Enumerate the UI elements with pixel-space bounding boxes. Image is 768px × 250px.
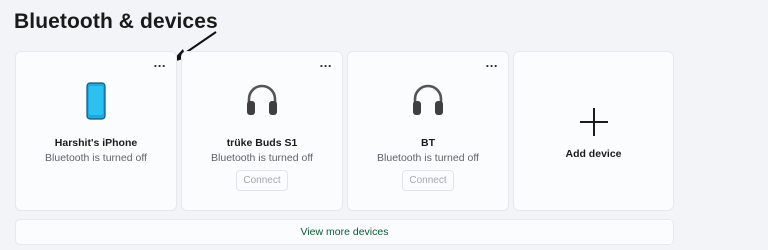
device-card-iphone[interactable]: ... Harshit's iPhone Bluetooth is turned… — [15, 51, 177, 211]
add-device-card[interactable]: Add device — [513, 51, 674, 211]
device-status: Bluetooth is turned off — [377, 152, 479, 164]
device-name: Harshit's iPhone — [54, 137, 138, 149]
device-name: BT — [421, 137, 435, 149]
device-name: trüke Buds S1 — [226, 137, 298, 149]
device-status: Bluetooth is turned off — [211, 152, 313, 164]
more-options-icon[interactable]: ... — [320, 56, 332, 69]
headphones-icon — [413, 84, 443, 115]
phone-icon — [86, 82, 106, 120]
plus-icon — [579, 108, 608, 136]
headphones-icon — [247, 84, 277, 115]
connect-button[interactable]: Connect — [236, 170, 288, 191]
add-device-label: Add device — [565, 148, 622, 160]
device-card-bt[interactable]: ... BT Bluetooth is turned off Connect — [347, 51, 509, 211]
more-options-icon[interactable]: ... — [486, 56, 498, 69]
view-more-devices-button[interactable]: View more devices — [15, 219, 674, 245]
more-options-icon[interactable]: ... — [154, 56, 166, 69]
connect-button[interactable]: Connect — [402, 170, 454, 191]
page-title: Bluetooth & devices — [14, 10, 218, 33]
device-status: Bluetooth is turned off — [45, 152, 147, 164]
device-card-truke-buds[interactable]: ... trüke Buds S1 Bluetooth is turned of… — [181, 51, 343, 211]
